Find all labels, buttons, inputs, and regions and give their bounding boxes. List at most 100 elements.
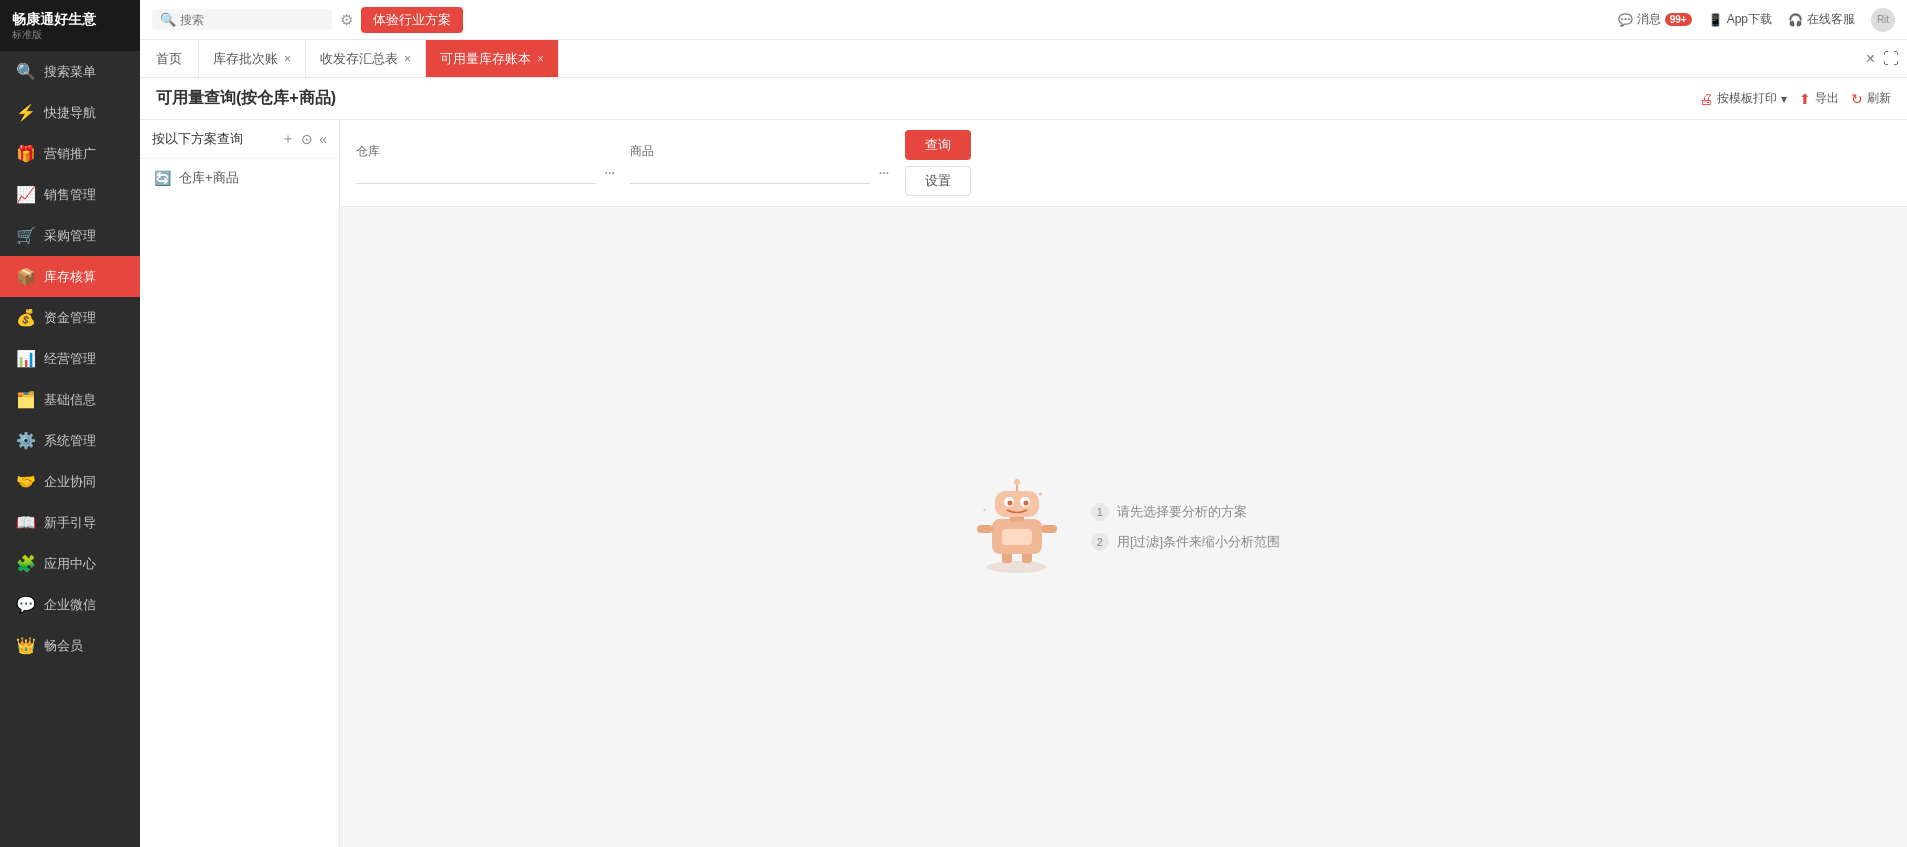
sidebar-item-basic[interactable]: 🗂️ 基础信息 bbox=[0, 379, 140, 420]
warehouse-more-btn[interactable]: ··· bbox=[604, 164, 614, 182]
header-search-box[interactable]: 🔍 bbox=[152, 9, 332, 30]
app-download-label: App下载 bbox=[1727, 11, 1772, 28]
tab-batch-ledger[interactable]: 库存批次账 × bbox=[199, 40, 306, 77]
sidebar-item-inventory[interactable]: 📦 库存核算 bbox=[0, 256, 140, 297]
sidebar-item-member[interactable]: 👑 畅会员 bbox=[0, 625, 140, 666]
sidebar-item-wechat[interactable]: 💬 企业微信 bbox=[0, 584, 140, 625]
refresh-label: 刷新 bbox=[1867, 90, 1891, 107]
message-icon: 💬 bbox=[1618, 13, 1633, 27]
page-header: 可用量查询(按仓库+商品) 🖨 按模板打印 ▾ ⬆ 导出 ↻ 刷新 bbox=[140, 78, 1907, 120]
sidebar-label-basic: 基础信息 bbox=[44, 391, 96, 409]
query-area: 仓库 ··· 商品 ··· 查询 bbox=[340, 120, 1907, 847]
warehouse-input[interactable] bbox=[356, 162, 596, 184]
message-badge: 99+ bbox=[1665, 13, 1692, 26]
filter-item-warehouse-goods[interactable]: 🔄 仓库+商品 bbox=[140, 159, 339, 197]
tab-available-stock-close[interactable]: × bbox=[537, 52, 544, 66]
sidebar-label-newbie: 新手引导 bbox=[44, 514, 96, 532]
sidebar-item-newbie[interactable]: 📖 新手引导 bbox=[0, 502, 140, 543]
sidebar-label-purchase: 采购管理 bbox=[44, 227, 96, 245]
sidebar-label-member: 畅会员 bbox=[44, 637, 83, 655]
export-icon: ⬆ bbox=[1799, 91, 1811, 107]
message-label: 消息 bbox=[1637, 11, 1661, 28]
sidebar-label-sales: 销售管理 bbox=[44, 186, 96, 204]
avatar[interactable]: Rit bbox=[1871, 8, 1895, 32]
svg-text:✦: ✦ bbox=[982, 507, 987, 513]
settings-filter-icon[interactable]: ⊙ bbox=[301, 131, 313, 147]
wechat-icon: 💬 bbox=[16, 595, 36, 614]
sidebar-label-inventory: 库存核算 bbox=[44, 268, 96, 286]
tab-available-stock-label: 可用量库存账本 bbox=[440, 50, 531, 68]
tab-recv-summary-close[interactable]: × bbox=[404, 52, 411, 66]
svg-point-10 bbox=[1007, 501, 1012, 506]
svg-point-0 bbox=[987, 561, 1047, 573]
filter-item-icon: 🔄 bbox=[154, 170, 171, 186]
tab-batch-ledger-close[interactable]: × bbox=[284, 52, 291, 66]
goods-more-btn[interactable]: ··· bbox=[878, 164, 888, 182]
header-right: 💬 消息 99+ 📱 App下载 🎧 在线客服 Rit bbox=[1618, 8, 1895, 32]
tab-home[interactable]: 首页 bbox=[140, 40, 199, 77]
message-button[interactable]: 💬 消息 99+ bbox=[1618, 11, 1692, 28]
export-button[interactable]: ⬆ 导出 bbox=[1799, 90, 1839, 107]
page-actions: 🖨 按模板打印 ▾ ⬆ 导出 ↻ 刷新 bbox=[1699, 90, 1891, 107]
sidebar-item-sales[interactable]: 📈 销售管理 bbox=[0, 174, 140, 215]
content-body: 按以下方案查询 ＋ ⊙ « 🔄 仓库+商品 仓库 bbox=[140, 120, 1907, 847]
print-dropdown-icon[interactable]: ▾ bbox=[1781, 92, 1787, 106]
tab-available-stock[interactable]: 可用量库存账本 × bbox=[426, 40, 559, 77]
enterprise-icon: 🤝 bbox=[16, 472, 36, 491]
svg-rect-4 bbox=[977, 525, 993, 533]
member-icon: 👑 bbox=[16, 636, 36, 655]
goods-input[interactable] bbox=[630, 162, 870, 184]
sidebar-label-apps: 应用中心 bbox=[44, 555, 96, 573]
app-download-button[interactable]: 📱 App下载 bbox=[1708, 11, 1772, 28]
hint-item-1: 1 请先选择要分析的方案 bbox=[1091, 503, 1280, 521]
sidebar-item-system[interactable]: ⚙️ 系统管理 bbox=[0, 420, 140, 461]
settings-icon[interactable]: ⚙ bbox=[340, 11, 353, 29]
close-window-icon[interactable]: × bbox=[1866, 50, 1875, 68]
tab-recv-summary[interactable]: 收发存汇总表 × bbox=[306, 40, 426, 77]
collapse-filter-icon[interactable]: « bbox=[319, 131, 327, 147]
query-button[interactable]: 查询 bbox=[905, 130, 971, 160]
marketing-icon: 🎁 bbox=[16, 144, 36, 163]
sidebar-item-marketing[interactable]: 🎁 营销推广 bbox=[0, 133, 140, 174]
filter-panel-title: 按以下方案查询 bbox=[152, 130, 275, 148]
sidebar-item-finance[interactable]: 💰 资金管理 bbox=[0, 297, 140, 338]
print-label: 按模板打印 bbox=[1717, 90, 1777, 107]
inventory-icon: 📦 bbox=[16, 267, 36, 286]
sidebar-item-apps[interactable]: 🧩 应用中心 bbox=[0, 543, 140, 584]
setting-button[interactable]: 设置 bbox=[905, 166, 971, 196]
print-button[interactable]: 🖨 按模板打印 ▾ bbox=[1699, 90, 1787, 107]
empty-state: ✦ ✦ 1 请先选择要分析的方案 2 用[过滤]条件来缩小分析范围 bbox=[340, 207, 1907, 847]
trial-button[interactable]: 体验行业方案 bbox=[361, 7, 463, 33]
add-filter-icon[interactable]: ＋ bbox=[281, 130, 295, 148]
query-filters-row: 仓库 ··· 商品 ··· 查询 bbox=[340, 120, 1907, 207]
app-logo: 畅康通好生意 标准版 bbox=[0, 0, 140, 51]
sidebar-label-finance: 资金管理 bbox=[44, 309, 96, 327]
warehouse-filter-field: 仓库 ··· bbox=[356, 143, 614, 184]
search-icon: 🔍 bbox=[16, 62, 36, 81]
expand-window-icon[interactable]: ⛶ bbox=[1883, 50, 1899, 68]
purchase-icon: 🛒 bbox=[16, 226, 36, 245]
svg-point-13 bbox=[1014, 479, 1020, 485]
sidebar-item-operations[interactable]: 📊 经营管理 bbox=[0, 338, 140, 379]
header-search-input[interactable] bbox=[180, 13, 320, 27]
tab-window-controls: × ⛶ bbox=[1858, 40, 1907, 77]
svg-rect-14 bbox=[1002, 529, 1032, 545]
online-service-button[interactable]: 🎧 在线客服 bbox=[1788, 11, 1855, 28]
sidebar-item-shortcut[interactable]: ⚡ 快捷导航 bbox=[0, 92, 140, 133]
refresh-button[interactable]: ↻ 刷新 bbox=[1851, 90, 1891, 107]
sales-icon: 📈 bbox=[16, 185, 36, 204]
print-icon: 🖨 bbox=[1699, 91, 1713, 107]
shortcut-icon: ⚡ bbox=[16, 103, 36, 122]
app-name: 畅康通好生意 bbox=[12, 10, 128, 28]
sidebar-item-purchase[interactable]: 🛒 采购管理 bbox=[0, 215, 140, 256]
sidebar-item-search[interactable]: 🔍 搜索菜单 bbox=[0, 51, 140, 92]
sidebar-item-enterprise[interactable]: 🤝 企业协同 bbox=[0, 461, 140, 502]
basic-icon: 🗂️ bbox=[16, 390, 36, 409]
svg-text:✦: ✦ bbox=[1037, 490, 1044, 499]
sidebar-label-system: 系统管理 bbox=[44, 432, 96, 450]
tab-batch-ledger-label: 库存批次账 bbox=[213, 50, 278, 68]
hint-text-1: 请先选择要分析的方案 bbox=[1117, 503, 1247, 521]
export-label: 导出 bbox=[1815, 90, 1839, 107]
system-icon: ⚙️ bbox=[16, 431, 36, 450]
top-header: 🔍 ⚙ 体验行业方案 💬 消息 99+ 📱 App下载 🎧 在线客服 Rit bbox=[140, 0, 1907, 40]
